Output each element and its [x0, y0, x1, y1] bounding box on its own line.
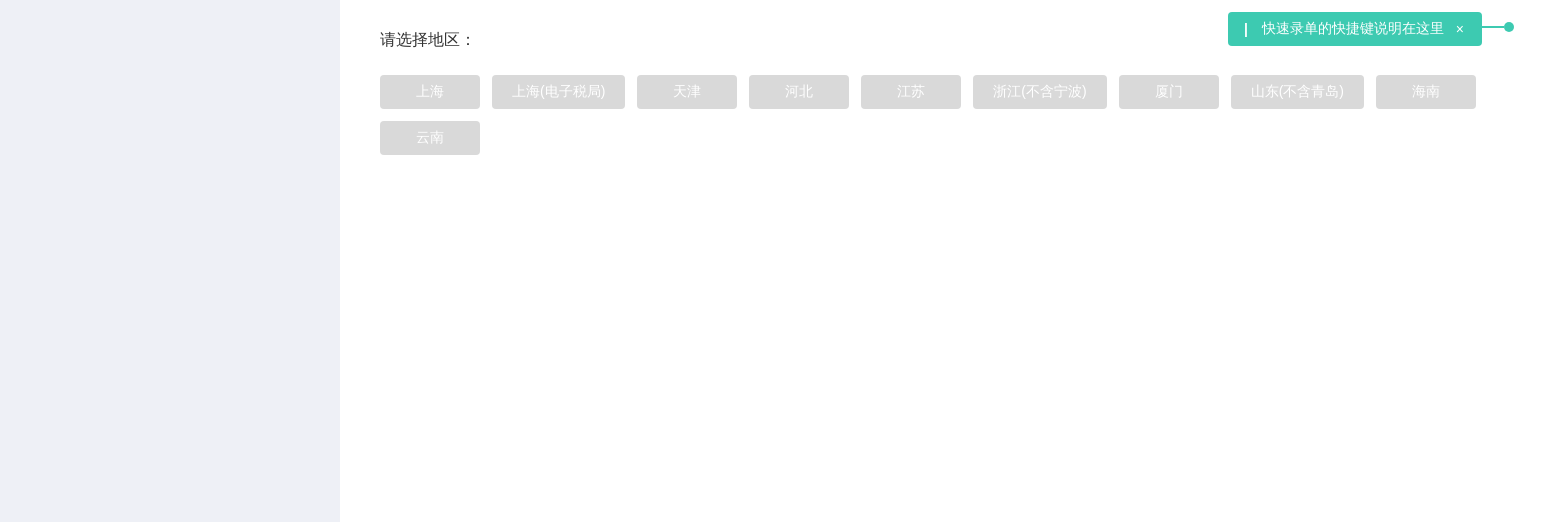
sidebar — [0, 0, 340, 522]
region-button-zhejiang[interactable]: 浙江(不含宁波) — [973, 75, 1106, 109]
tooltip-text: 快速录单的快捷键说明在这里 — [1262, 20, 1444, 38]
region-button-yunnan[interactable]: 云南 — [380, 121, 480, 155]
connector-line — [1474, 26, 1504, 28]
dot-indicator — [1504, 22, 1514, 32]
region-buttons: 上海上海(电子税局) 天津河北江苏浙江(不含宁波) 厦门山东(不含青岛) 海南云南 — [380, 75, 1522, 155]
tooltip-close-button[interactable]: × — [1454, 21, 1466, 37]
region-button-shandong[interactable]: 山东(不含青岛) — [1231, 75, 1364, 109]
tooltip-banner: 快速录单的快捷键说明在这里 × — [1228, 12, 1482, 46]
region-button-xiamen[interactable]: 厦门 — [1119, 75, 1219, 109]
region-button-jiangsu[interactable]: 江苏 — [861, 75, 961, 109]
region-button-tianjin[interactable]: 天津 — [637, 75, 737, 109]
region-button-hainan[interactable]: 海南 — [1376, 75, 1476, 109]
region-button-shanghai-etax[interactable]: 上海(电子税局) — [492, 75, 625, 109]
region-button-hebei[interactable]: 河北 — [749, 75, 849, 109]
main-content: 请选择地区： 上海上海(电子税局)天津河北江苏浙江(不含宁波)厦门山东(不含青岛… — [340, 0, 1562, 522]
region-button-shanghai[interactable]: 上海 — [380, 75, 480, 109]
